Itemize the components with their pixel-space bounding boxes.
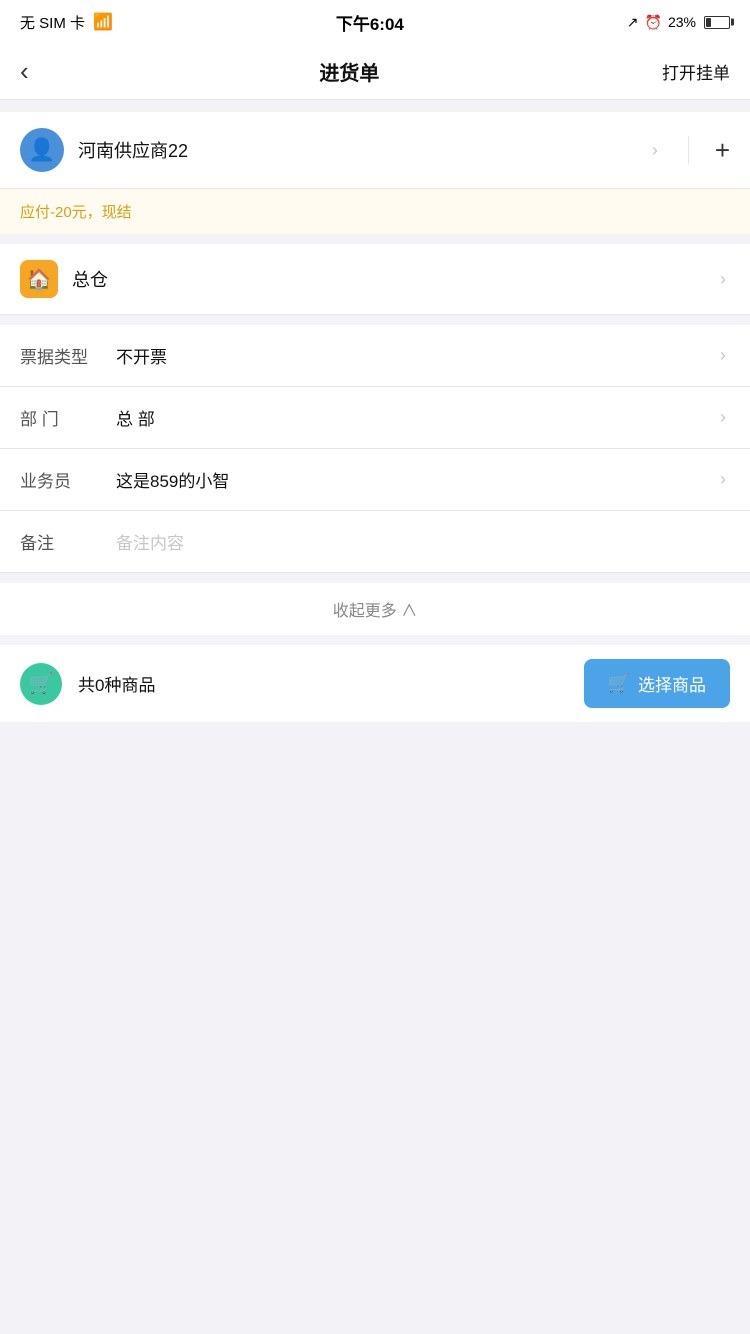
invoice-type-chevron-icon: ›	[720, 345, 726, 366]
department-value: 总 部	[116, 405, 720, 430]
collapse-label: 收起更多 ∧	[333, 597, 417, 621]
warehouse-row[interactable]: 🏠 总仓 ›	[0, 234, 750, 315]
supplier-name: 河南供应商22	[78, 137, 638, 163]
collapse-row[interactable]: 收起更多 ∧	[0, 583, 750, 635]
warehouse-name: 总仓	[72, 266, 706, 292]
location-icon: ↗	[627, 14, 639, 31]
avatar-icon: 👤	[28, 137, 55, 163]
wifi-icon: 📶	[93, 12, 113, 32]
warehouse-icon: 🏠	[20, 260, 58, 298]
battery-percent: 23%	[668, 14, 696, 30]
nav-bar: ‹ 进货单 打开挂单	[0, 44, 750, 100]
product-icon: 🛒	[20, 663, 62, 705]
sim-label: 无 SIM 卡	[20, 12, 85, 33]
warehouse-chevron-icon: ›	[720, 269, 726, 290]
battery-icon	[704, 16, 730, 29]
product-count: 共0种商品	[78, 671, 568, 696]
status-time: 下午6:04	[336, 10, 404, 35]
select-product-label: 选择商品	[638, 671, 706, 696]
bag-icon: 🛒	[29, 671, 54, 696]
form-section: 票据类型 不开票 › 部 门 总 部 › 业务员 这是859的小智 › 备注 备…	[0, 325, 750, 573]
supplier-row[interactable]: 👤 河南供应商22 › +	[0, 112, 750, 189]
house-icon: 🏠	[27, 267, 52, 292]
salesman-value: 这是859的小智	[116, 467, 720, 492]
page-title: 进货单	[319, 57, 379, 86]
department-row[interactable]: 部 门 总 部 ›	[0, 387, 750, 449]
salesman-row[interactable]: 业务员 这是859的小智 ›	[0, 449, 750, 511]
supplier-section: 👤 河南供应商22 › + 应付-20元，现结	[0, 112, 750, 234]
notice-bar: 应付-20元，现结	[0, 189, 750, 234]
vertical-divider	[688, 136, 689, 164]
supplier-chevron-icon: ›	[652, 140, 658, 161]
select-product-icon: 🛒	[608, 673, 630, 694]
select-product-button[interactable]: 🛒 选择商品	[584, 659, 730, 708]
remark-row[interactable]: 备注 备注内容	[0, 511, 750, 573]
status-left: 无 SIM 卡 📶	[20, 12, 113, 33]
invoice-type-row[interactable]: 票据类型 不开票 ›	[0, 325, 750, 387]
department-chevron-icon: ›	[720, 407, 726, 428]
salesman-label: 业务员	[20, 467, 100, 492]
open-pending-button[interactable]: 打开挂单	[662, 59, 730, 84]
status-bar: 无 SIM 卡 📶 下午6:04 ↗ ⏰ 23%	[0, 0, 750, 44]
department-label: 部 门	[20, 405, 100, 430]
notice-text: 应付-20元，现结	[20, 204, 132, 221]
section-gap-top	[0, 100, 750, 112]
back-button[interactable]: ‹	[20, 52, 37, 91]
invoice-type-label: 票据类型	[20, 343, 100, 368]
alarm-icon: ⏰	[645, 14, 662, 31]
status-right: ↗ ⏰ 23%	[627, 14, 730, 31]
add-supplier-button[interactable]: +	[715, 135, 730, 166]
remark-input[interactable]: 备注内容	[116, 529, 730, 554]
supplier-avatar: 👤	[20, 128, 64, 172]
salesman-chevron-icon: ›	[720, 469, 726, 490]
invoice-type-value: 不开票	[116, 343, 720, 368]
product-bar: 🛒 共0种商品 🛒 选择商品	[0, 645, 750, 722]
remark-label: 备注	[20, 529, 100, 554]
